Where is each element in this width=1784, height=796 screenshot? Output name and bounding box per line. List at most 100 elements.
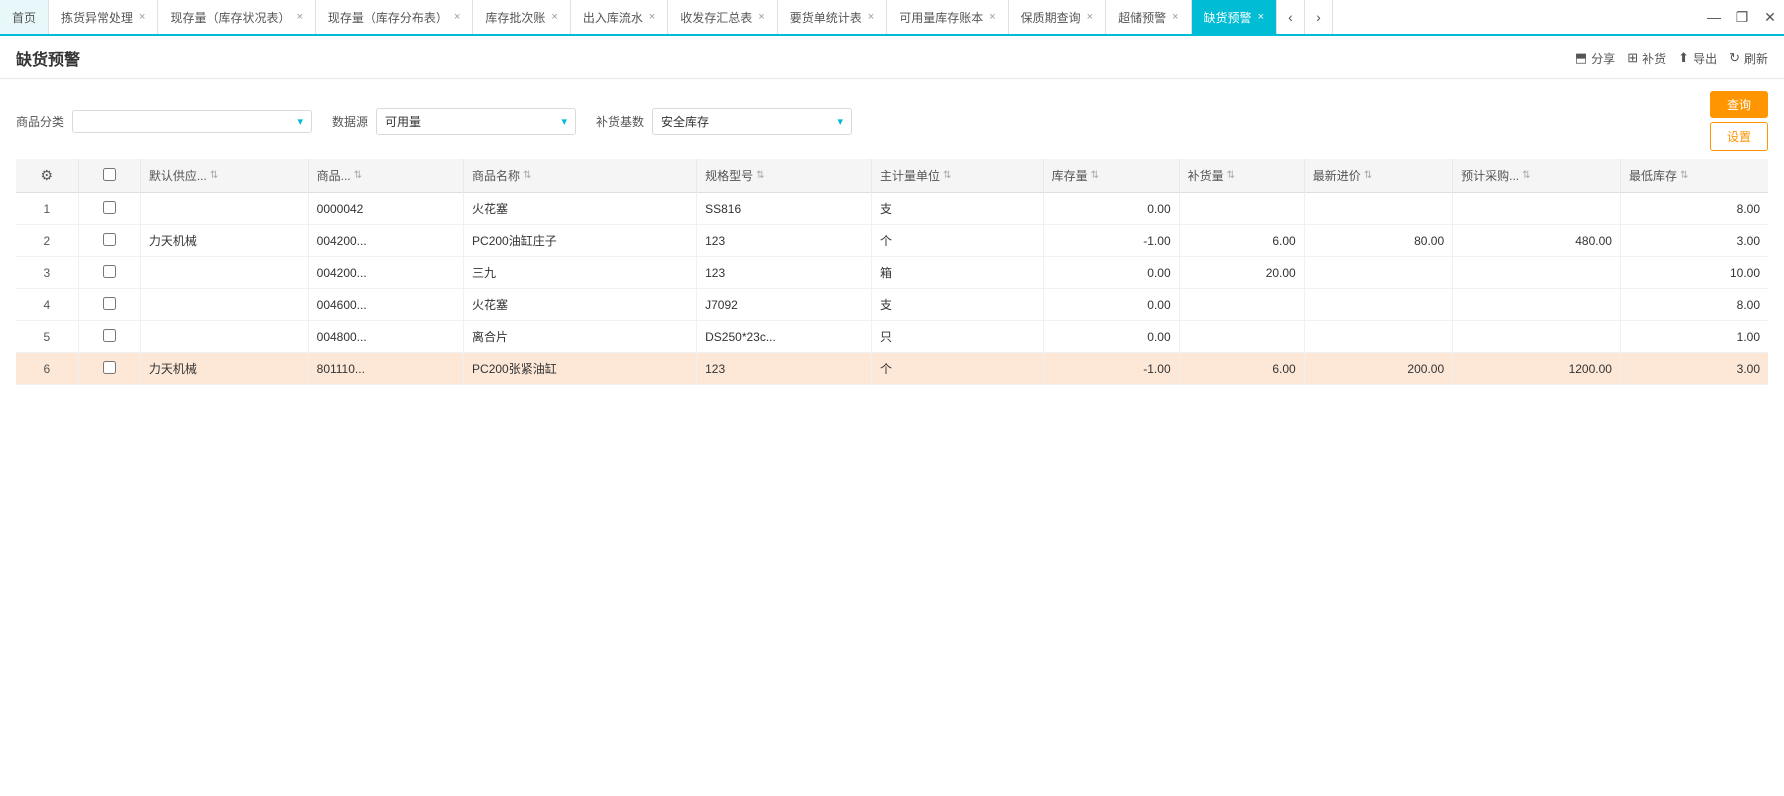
tab-available-close[interactable]: ×	[989, 11, 995, 23]
tab-expiry[interactable]: 保质期查询 ×	[1009, 0, 1106, 34]
tab-picking-close[interactable]: ×	[139, 11, 145, 23]
datasource-select[interactable]: 可用量 ▾	[376, 108, 576, 135]
row-min-stock: 3.00	[1620, 225, 1768, 257]
tab-inventory-status-close[interactable]: ×	[296, 11, 302, 23]
row-min-stock: 1.00	[1620, 321, 1768, 353]
tab-inventory-status[interactable]: 现存量（库存状况表） ×	[158, 0, 315, 34]
category-select[interactable]: ▾	[72, 110, 312, 133]
tab-overstock-label: 超储预警	[1118, 9, 1166, 26]
row-min-stock: 8.00	[1620, 289, 1768, 321]
th-name[interactable]: 商品名称 ⇅	[464, 159, 697, 193]
th-min-stock[interactable]: 最低库存 ⇅	[1620, 159, 1768, 193]
row-latest-price	[1304, 321, 1452, 353]
replenish-label: 补货	[1642, 50, 1666, 67]
th-code[interactable]: 商品... ⇅	[308, 159, 463, 193]
tab-scroll-left[interactable]: ‹	[1277, 0, 1305, 34]
tab-order-stats-close[interactable]: ×	[868, 11, 874, 23]
spec-sort-icon: ⇅	[756, 170, 764, 181]
minimize-button[interactable]: —	[1700, 9, 1728, 25]
category-label: 商品分类	[16, 113, 64, 130]
tab-available[interactable]: 可用量库存账本 ×	[887, 0, 1008, 34]
filter-row: 商品分类 ▾ 数据源 可用量 ▾ 补货基数 安全库存 ▾ 查询 设置	[0, 79, 1784, 159]
tab-inventory-dist-close[interactable]: ×	[454, 11, 460, 23]
restore-button[interactable]: ❐	[1728, 9, 1756, 26]
replenish-icon: ⊞	[1627, 50, 1638, 66]
select-all-checkbox[interactable]	[103, 168, 116, 181]
refresh-button[interactable]: ↻ 刷新	[1729, 50, 1768, 67]
page-content: 缺货预警 ⬒ 分享 ⊞ 补货 ⬆ 导出 ↻ 刷新 商品分类	[0, 36, 1784, 796]
row-check[interactable]	[78, 289, 140, 321]
query-button[interactable]: 查询	[1710, 91, 1768, 118]
row-checkbox[interactable]	[103, 201, 116, 214]
th-unit[interactable]: 主计量单位 ⇅	[871, 159, 1043, 193]
replenish-base-filter-group: 补货基数 安全库存 ▾	[596, 108, 852, 135]
settings-gear-icon[interactable]: ⚙	[41, 167, 54, 183]
table-row: 2 力天机械 004200... PC200油缸庄子 123 个 -1.00 6…	[16, 225, 1768, 257]
tab-shortage[interactable]: 缺货预警 ×	[1192, 0, 1277, 34]
row-checkbox[interactable]	[103, 329, 116, 342]
row-unit: 只	[871, 321, 1043, 353]
supplier-sort-icon: ⇅	[210, 170, 218, 181]
row-checkbox[interactable]	[103, 361, 116, 374]
tab-batch-close[interactable]: ×	[551, 11, 557, 23]
tab-summary[interactable]: 收发存汇总表 ×	[668, 0, 777, 34]
tab-expiry-close[interactable]: ×	[1087, 11, 1093, 23]
replenish-base-select[interactable]: 安全库存 ▾	[652, 108, 852, 135]
latest-price-sort-icon: ⇅	[1364, 170, 1372, 181]
table-body: 1 0000042 火花塞 SS816 支 0.00 8.00 2 力天机械 0…	[16, 193, 1768, 385]
tab-bar: 首页 拣货异常处理 × 现存量（库存状况表） × 现存量（库存分布表） × 库存…	[0, 0, 1784, 36]
table-row: 4 004600... 火花塞 J7092 支 0.00 8.00	[16, 289, 1768, 321]
close-window-button[interactable]: ✕	[1756, 9, 1784, 26]
th-gear[interactable]: ⚙	[16, 159, 78, 193]
row-supplier	[140, 193, 308, 225]
th-forecast[interactable]: 预计采购... ⇅	[1453, 159, 1621, 193]
row-checkbox[interactable]	[103, 233, 116, 246]
th-replenish[interactable]: 补货量 ⇅	[1179, 159, 1304, 193]
filter-actions: 查询 设置	[1710, 91, 1768, 151]
tab-order-stats[interactable]: 要货单统计表 ×	[778, 0, 887, 34]
row-min-stock: 8.00	[1620, 193, 1768, 225]
row-name: 离合片	[464, 321, 697, 353]
tab-summary-close[interactable]: ×	[758, 11, 764, 23]
datasource-label: 数据源	[332, 113, 368, 130]
tab-flow[interactable]: 出入库流水 ×	[571, 0, 668, 34]
row-check[interactable]	[78, 353, 140, 385]
tab-overstock[interactable]: 超储预警 ×	[1106, 0, 1191, 34]
row-unit: 个	[871, 225, 1043, 257]
row-check[interactable]	[78, 257, 140, 289]
restore-icon: ❐	[1736, 9, 1749, 26]
th-supplier[interactable]: 默认供应... ⇅	[140, 159, 308, 193]
th-name-label: 商品名称	[472, 167, 520, 184]
tab-order-stats-label: 要货单统计表	[790, 9, 862, 26]
th-forecast-label: 预计采购...	[1461, 167, 1519, 184]
page-title: 缺货预警	[16, 46, 80, 70]
row-spec: SS816	[697, 193, 872, 225]
export-button[interactable]: ⬆ 导出	[1678, 50, 1717, 67]
tab-picking[interactable]: 拣货异常处理 ×	[49, 0, 158, 34]
table-row: 3 004200... 三九 123 箱 0.00 20.00 10.00	[16, 257, 1768, 289]
tab-home[interactable]: 首页	[0, 0, 49, 34]
row-replenish	[1179, 289, 1304, 321]
tab-batch[interactable]: 库存批次账 ×	[473, 0, 570, 34]
replenish-button[interactable]: ⊞ 补货	[1627, 50, 1666, 67]
chevron-left-icon: ‹	[1288, 9, 1293, 25]
tab-flow-close[interactable]: ×	[649, 11, 655, 23]
row-checkbox[interactable]	[103, 297, 116, 310]
replenish-base-chevron-icon: ▾	[838, 115, 844, 128]
share-button[interactable]: ⬒ 分享	[1575, 50, 1615, 67]
th-stock[interactable]: 库存量 ⇅	[1043, 159, 1179, 193]
tab-overstock-close[interactable]: ×	[1172, 11, 1178, 23]
forecast-sort-icon: ⇅	[1522, 170, 1530, 181]
tab-scroll-right[interactable]: ›	[1305, 0, 1333, 34]
th-spec[interactable]: 规格型号 ⇅	[697, 159, 872, 193]
row-replenish: 6.00	[1179, 353, 1304, 385]
tab-inventory-dist[interactable]: 现存量（库存分布表） ×	[316, 0, 473, 34]
row-checkbox[interactable]	[103, 265, 116, 278]
tab-shortage-close[interactable]: ×	[1258, 11, 1264, 23]
th-latest-price[interactable]: 最新进价 ⇅	[1304, 159, 1452, 193]
settings-button[interactable]: 设置	[1710, 122, 1768, 151]
row-check[interactable]	[78, 225, 140, 257]
row-check[interactable]	[78, 321, 140, 353]
row-min-stock: 10.00	[1620, 257, 1768, 289]
row-check[interactable]	[78, 193, 140, 225]
